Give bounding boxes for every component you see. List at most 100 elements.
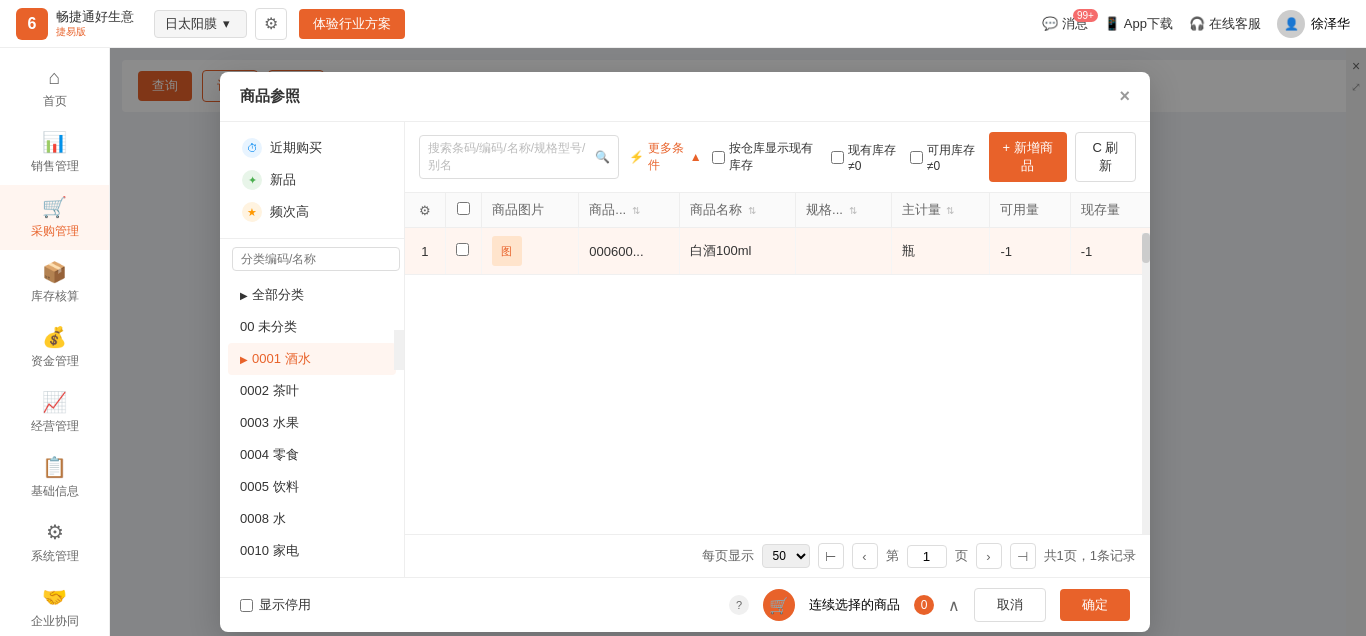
- tenant-dropdown[interactable]: 日太阳膜 ▾: [154, 10, 247, 38]
- more-filters-button[interactable]: ⚡ 更多条件 ▲: [629, 140, 702, 174]
- row-product-image: 图: [481, 228, 579, 275]
- category-appliance[interactable]: 0010 家电: [228, 535, 396, 567]
- category-tea[interactable]: 0002 茶叶: [228, 375, 396, 407]
- warehouse-stock-checkbox[interactable]: [712, 151, 725, 164]
- product-data-table: ⚙ 商品图片 商品... ⇅: [405, 193, 1150, 275]
- scrollbar-track: [1142, 233, 1150, 534]
- row-checkbox-cell: [445, 228, 481, 275]
- product-thumbnail: 图: [492, 236, 522, 266]
- row-checkbox[interactable]: [456, 243, 469, 256]
- product-search-field[interactable]: 搜索条码/编码/名称/规格型号/别名 🔍: [419, 135, 619, 179]
- page-first-button[interactable]: ⊢: [818, 543, 844, 569]
- sort-icon-code: ⇅: [632, 205, 640, 216]
- page-prev-button[interactable]: ‹: [852, 543, 878, 569]
- confirm-button[interactable]: 确定: [1060, 589, 1130, 621]
- user-avatar-area[interactable]: 👤 徐泽华: [1277, 10, 1350, 38]
- dialog-body: ⏱ 近期购买 ✦ 新品 ★ 频次高: [220, 122, 1150, 577]
- th-product-code[interactable]: 商品... ⇅: [579, 193, 680, 228]
- sidebar-item-basic-info[interactable]: 📋 基础信息: [0, 445, 109, 510]
- category-all[interactable]: ▶ 全部分类: [228, 279, 396, 311]
- category-liquor[interactable]: ▶ 0001 酒水: [228, 343, 396, 375]
- sidebar-item-system[interactable]: ⚙ 系统管理: [0, 510, 109, 575]
- nav-right: 💬 消息 99+ 📱 App下载 🎧 在线客服 👤 徐泽华: [1042, 10, 1350, 38]
- category-water[interactable]: 0008 水: [228, 503, 396, 535]
- category-drinks[interactable]: 0005 饮料: [228, 471, 396, 503]
- panel-collapse-button[interactable]: 《: [394, 330, 405, 370]
- th-unit[interactable]: 主计量 ⇅: [891, 193, 990, 228]
- available-stock-checkbox[interactable]: [910, 151, 923, 164]
- sidebar-item-home[interactable]: ⌂ 首页: [0, 56, 109, 120]
- cart-label: 连续选择的商品: [809, 596, 900, 614]
- table-row[interactable]: 1 图 000600... 白酒100ml 瓶 -1: [405, 228, 1150, 275]
- th-product-name[interactable]: 商品名称 ⇅: [680, 193, 796, 228]
- filter-bar: 搜索条码/编码/名称/规格型号/别名 🔍 ⚡ 更多条件 ▲ 按仓库显示现有库存: [405, 122, 1150, 193]
- row-num: 1: [405, 228, 445, 275]
- dialog-close-button[interactable]: ×: [1119, 86, 1130, 107]
- per-page-select[interactable]: 50: [762, 544, 810, 568]
- show-disabled-checkbox[interactable]: [240, 599, 253, 612]
- warehouse-stock-check[interactable]: 按仓库显示现有库存: [712, 140, 822, 174]
- app-download-btn[interactable]: 📱 App下载: [1104, 15, 1173, 33]
- purchase-icon: 🛒: [42, 195, 67, 219]
- sidebar-item-collab[interactable]: 🤝 企业协同: [0, 575, 109, 636]
- cart-collapse-arrow[interactable]: ∧: [948, 596, 960, 615]
- help-icon[interactable]: ?: [729, 595, 749, 615]
- sort-icon-name: ⇅: [748, 205, 756, 216]
- category-fruit[interactable]: 0003 水果: [228, 407, 396, 439]
- logo-icon: 6: [16, 8, 48, 40]
- cart-count-badge: 0: [914, 595, 934, 615]
- page-last-button[interactable]: ⊣: [1010, 543, 1036, 569]
- th-settings[interactable]: ⚙: [405, 193, 445, 228]
- page-total-info: 共1页，1条记录: [1044, 547, 1136, 565]
- select-all-checkbox[interactable]: [457, 202, 470, 215]
- row-product-code: 000600...: [579, 228, 680, 275]
- product-reference-dialog: 商品参照 × ⏱ 近期购买 ✦ 新品: [220, 72, 1150, 632]
- sidebar-item-operations[interactable]: 📈 经营管理: [0, 380, 109, 445]
- filter-icon: ⚡: [629, 150, 644, 164]
- new-icon: ✦: [242, 170, 262, 190]
- page-unit: 页: [955, 547, 968, 565]
- th-checkbox: [445, 193, 481, 228]
- message-btn[interactable]: 💬 消息 99+: [1042, 15, 1088, 33]
- category-snacks[interactable]: 0004 零食: [228, 439, 396, 471]
- cart-icon[interactable]: 🛒: [763, 589, 795, 621]
- divider: [220, 238, 404, 239]
- sidebar-item-purchase[interactable]: 🛒 采购管理: [0, 185, 109, 250]
- search-field-icon: 🔍: [595, 150, 610, 164]
- page-number-input[interactable]: [907, 545, 947, 568]
- quick-item-recent[interactable]: ⏱ 近期购买: [232, 132, 392, 164]
- online-service-btn[interactable]: 🎧 在线客服: [1189, 15, 1261, 33]
- add-product-button[interactable]: + 新增商品: [989, 132, 1067, 182]
- dialog-footer: 显示停用 ? 🛒 连续选择的商品 0 ∧ 取消 确定: [220, 577, 1150, 632]
- sidebar-item-inventory[interactable]: 📦 库存核算: [0, 250, 109, 315]
- refresh-button[interactable]: C 刷新: [1075, 132, 1136, 182]
- sort-icon-unit: ⇅: [946, 205, 954, 216]
- category-uncategorized[interactable]: 00 未分类: [228, 311, 396, 343]
- th-available: 可用量: [990, 193, 1070, 228]
- row-spec: [796, 228, 892, 275]
- home-icon: ⌂: [48, 66, 60, 89]
- quick-item-frequent[interactable]: ★ 频次高: [232, 196, 392, 228]
- current-stock-check[interactable]: 现有库存≠0: [831, 142, 900, 173]
- page-next-button[interactable]: ›: [976, 543, 1002, 569]
- main-layout: ⌂ 首页 📊 销售管理 🛒 采购管理 📦 库存核算 💰 资金管理 📈 经营管理 …: [0, 48, 1366, 636]
- th-spec[interactable]: 规格... ⇅: [796, 193, 892, 228]
- avatar: 👤: [1277, 10, 1305, 38]
- available-stock-check[interactable]: 可用库存≠0: [910, 142, 979, 173]
- settings-icon[interactable]: ⚙: [255, 8, 287, 40]
- trial-button[interactable]: 体验行业方案: [299, 9, 405, 39]
- expand-icon: ▶: [240, 290, 248, 301]
- dialog-title: 商品参照: [240, 87, 300, 106]
- th-stock: 现存量: [1070, 193, 1150, 228]
- phone-icon: 📱: [1104, 16, 1120, 31]
- cancel-button[interactable]: 取消: [974, 588, 1046, 622]
- category-search-input[interactable]: [232, 247, 400, 271]
- row-stock: -1: [1070, 228, 1150, 275]
- sidebar-item-sales[interactable]: 📊 销售管理: [0, 120, 109, 185]
- sales-icon: 📊: [42, 130, 67, 154]
- footer-cart-area: ? 🛒 连续选择的商品 0 ∧ 取消 确定: [729, 588, 1130, 622]
- show-disabled-check[interactable]: 显示停用: [240, 596, 311, 614]
- current-stock-checkbox[interactable]: [831, 151, 844, 164]
- sidebar-item-finance[interactable]: 💰 资金管理: [0, 315, 109, 380]
- quick-item-new[interactable]: ✦ 新品: [232, 164, 392, 196]
